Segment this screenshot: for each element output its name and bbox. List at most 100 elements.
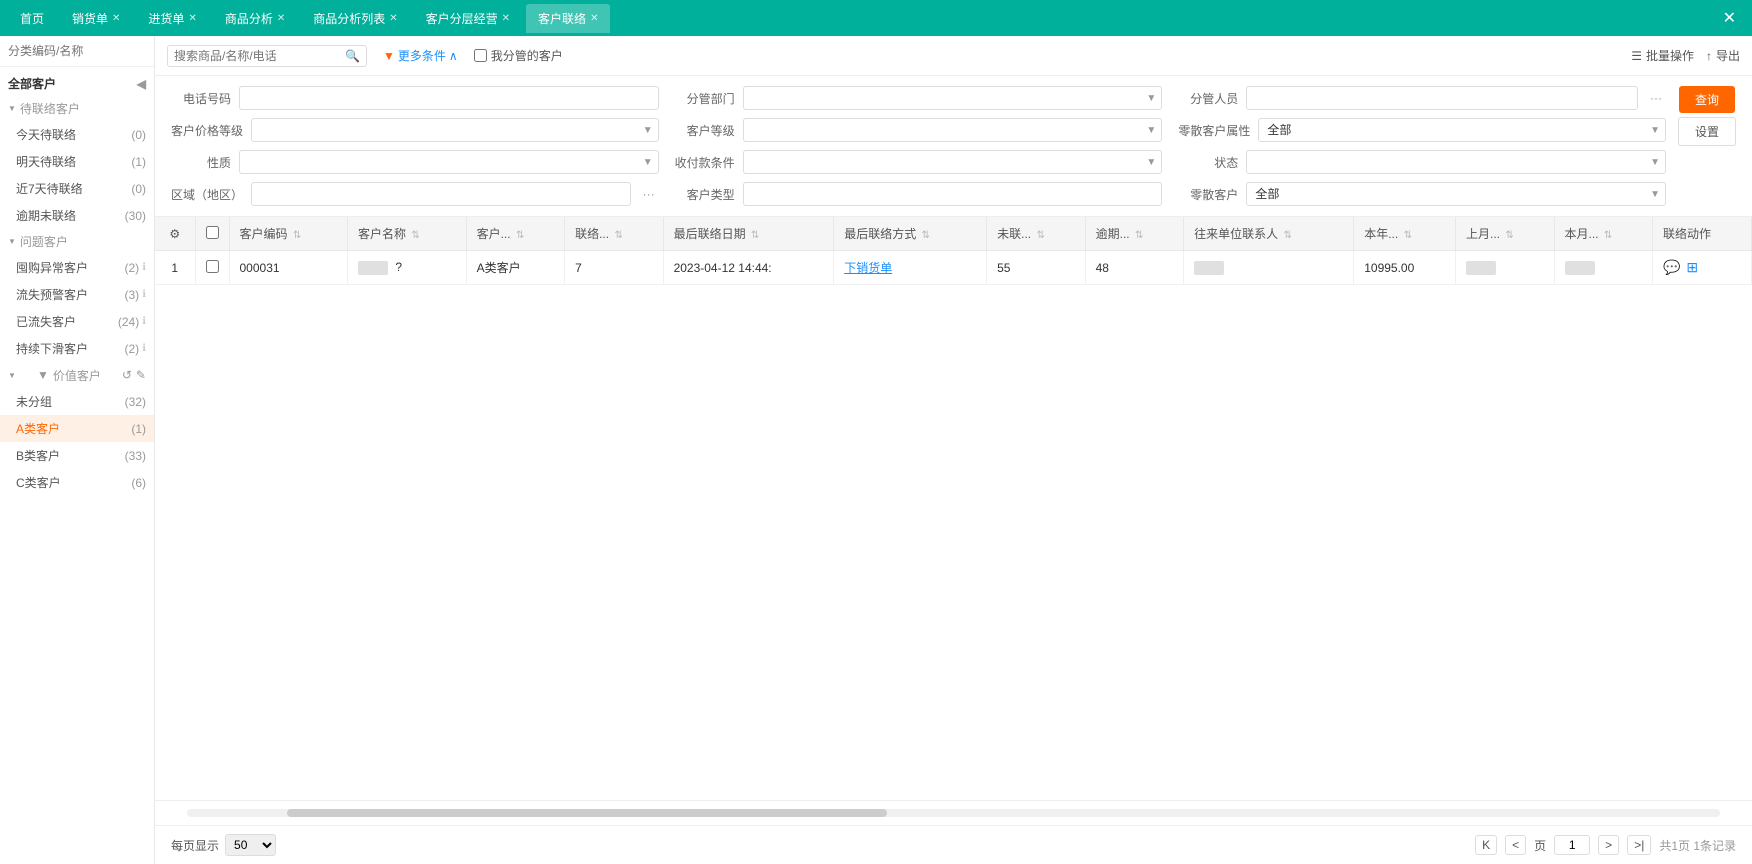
- last-page-btn[interactable]: >|: [1627, 835, 1651, 855]
- sidebar-item-churned[interactable]: 已流失客户 (24) ℹ: [0, 308, 154, 335]
- export-btn[interactable]: ↑ 导出: [1706, 47, 1740, 64]
- sidebar-item-7days[interactable]: 近7天待联络 (0): [0, 175, 154, 202]
- sidebar-search-input[interactable]: [8, 44, 155, 58]
- filter-retail: 零散客户 全部 ▼: [1178, 182, 1666, 206]
- region-dots[interactable]: ···: [639, 187, 659, 201]
- nav-tab-customer-contact[interactable]: 客户联络 ✕: [526, 4, 610, 33]
- sidebar-item-class-a[interactable]: A类客户 (1): [0, 415, 154, 442]
- row-checkbox[interactable]: [206, 260, 219, 273]
- sort-thismonth-icon[interactable]: ⇅: [1604, 230, 1612, 241]
- sort-method-icon[interactable]: ⇅: [922, 230, 930, 241]
- qr-icon[interactable]: ⊞: [1686, 259, 1698, 276]
- nav-tab-analysis[interactable]: 商品分析 ✕: [213, 4, 297, 33]
- next-page-btn[interactable]: >: [1598, 835, 1619, 855]
- sort-contacts-icon[interactable]: ⇅: [1283, 230, 1291, 241]
- sort-lastmonth-icon[interactable]: ⇅: [1505, 230, 1513, 241]
- sidebar-item-unclassified[interactable]: 未分组 (32): [0, 388, 154, 415]
- sort-contact-icon[interactable]: ⇅: [614, 230, 622, 241]
- price-level-wrap: ▼: [251, 118, 659, 142]
- col-setting[interactable]: ⚙: [155, 217, 195, 251]
- message-icon[interactable]: 💬: [1663, 259, 1680, 276]
- refresh-icon[interactable]: ↺: [122, 368, 132, 382]
- nature-select[interactable]: [239, 150, 659, 174]
- sidebar-item-class-c[interactable]: C类客户 (6): [0, 469, 154, 496]
- filter-icon: ▼: [383, 49, 395, 63]
- sort-date-icon[interactable]: ⇅: [751, 230, 759, 241]
- col-checkbox-header[interactable]: [195, 217, 229, 251]
- prev-page-btn[interactable]: <: [1505, 835, 1526, 855]
- my-customer-checkbox[interactable]: [474, 49, 487, 62]
- close-analysis-list-tab[interactable]: ✕: [389, 13, 397, 24]
- first-page-btn[interactable]: K: [1475, 835, 1497, 855]
- table-container: ⚙ 客户编码 ⇅ 客户名称 ⇅ 客户... ⇅: [155, 217, 1752, 800]
- scrollbar-thumb[interactable]: [287, 809, 887, 817]
- customer-type-input[interactable]: [743, 182, 1163, 206]
- region-input[interactable]: [251, 182, 631, 206]
- filter-row-2: 客户价格等级 ▼ 客户等级 ▼: [171, 118, 1666, 142]
- all-customers-header[interactable]: 全部客户 ◀: [0, 67, 154, 96]
- manager-input[interactable]: [1246, 86, 1638, 110]
- sort-type-icon[interactable]: ⇅: [516, 230, 524, 241]
- search-icon[interactable]: 🔍: [345, 49, 360, 63]
- manager-dots[interactable]: ···: [1646, 91, 1666, 105]
- query-button[interactable]: 查询: [1679, 86, 1735, 113]
- sidebar-item-today[interactable]: 今天待联络 (0): [0, 121, 154, 148]
- sort-code-icon[interactable]: ⇅: [293, 230, 301, 241]
- nav-tab-analysis-list[interactable]: 商品分析列表 ✕: [301, 4, 409, 33]
- window-close-button[interactable]: ✕: [1715, 4, 1744, 32]
- batch-op-btn[interactable]: ☰ 批量操作: [1631, 47, 1694, 64]
- close-sales-tab[interactable]: ✕: [112, 13, 120, 24]
- dept-select-wrap: ▼: [743, 86, 1163, 110]
- edit-icon[interactable]: ✎: [136, 368, 146, 382]
- select-all-checkbox[interactable]: [206, 226, 219, 239]
- filter-more-btn[interactable]: ▼ 更多条件 ∧: [375, 44, 466, 67]
- close-analysis-tab[interactable]: ✕: [277, 13, 285, 24]
- nav-tab-sales[interactable]: 销货单 ✕: [60, 4, 132, 33]
- sidebar-item-churn-warning[interactable]: 流失预警客户 (3) ℹ: [0, 281, 154, 308]
- sidebar-item-tomorrow[interactable]: 明天待联络 (1): [0, 148, 154, 175]
- my-customer-checkbox-wrap[interactable]: 我分管的客户: [474, 47, 563, 64]
- filter-panel: 电话号码 分管部门 ▼ 分管人员: [155, 76, 1752, 217]
- sidebar-item-class-b[interactable]: B类客户 (33): [0, 442, 154, 469]
- toolbar-right: ☰ 批量操作 ↑ 导出: [1631, 47, 1740, 64]
- sidebar-item-overdue[interactable]: 逾期未联络 (30): [0, 202, 154, 229]
- retail-select[interactable]: 全部: [1246, 182, 1666, 206]
- last-method-link[interactable]: 下销货单: [844, 261, 892, 275]
- batch-icon: ☰: [1631, 49, 1642, 63]
- phone-input[interactable]: [239, 86, 659, 110]
- search-input[interactable]: [174, 49, 345, 63]
- chevron-icon: ∧: [449, 49, 458, 63]
- sidebar-group-pending[interactable]: 待联络客户: [0, 96, 154, 121]
- row-no: 1: [155, 251, 195, 285]
- sidebar-collapse-icon[interactable]: ◀: [137, 77, 146, 91]
- sort-name-icon[interactable]: ⇅: [411, 230, 419, 241]
- sidebar-item-declining[interactable]: 持续下滑客户 (2) ℹ: [0, 335, 154, 362]
- filter-manager: 分管人员 ···: [1178, 86, 1666, 110]
- setting-button[interactable]: 设置: [1678, 117, 1736, 146]
- nav-tab-customer-segment[interactable]: 客户分层经营 ✕: [414, 4, 522, 33]
- close-contact-tab[interactable]: ✕: [590, 13, 598, 24]
- sort-notcontact-icon[interactable]: ⇅: [1036, 230, 1044, 241]
- nav-tab-purchase[interactable]: 进货单 ✕: [136, 4, 208, 33]
- row-checkbox-cell[interactable]: [195, 251, 229, 285]
- sidebar-group-problem[interactable]: 问题客户: [0, 229, 154, 254]
- row-last-method[interactable]: 下销货单: [834, 251, 987, 285]
- sidebar-item-hoarding[interactable]: 囤购异常客户 (2) ℹ: [0, 254, 154, 281]
- price-level-select[interactable]: [251, 118, 659, 142]
- customer-level-select[interactable]: [743, 118, 1163, 142]
- table-scrollbar[interactable]: [187, 809, 1720, 817]
- close-purchase-tab[interactable]: ✕: [188, 13, 196, 24]
- dept-select[interactable]: [743, 86, 1163, 110]
- nav-home[interactable]: 首页: [8, 4, 56, 33]
- status-select[interactable]: [1246, 150, 1666, 174]
- payment-select[interactable]: [743, 150, 1163, 174]
- retail-attr-select[interactable]: 全部: [1258, 118, 1666, 142]
- filter-phone: 电话号码: [171, 86, 659, 110]
- close-segment-tab[interactable]: ✕: [502, 13, 510, 24]
- page-size-select[interactable]: 50 100 200: [225, 834, 276, 856]
- sort-thisyear-icon[interactable]: ⇅: [1404, 230, 1412, 241]
- sort-overdue-icon[interactable]: ⇅: [1135, 230, 1143, 241]
- page-number-input[interactable]: [1554, 835, 1590, 855]
- nature-wrap: ▼: [239, 150, 659, 174]
- content-area: 🔍 ▼ 更多条件 ∧ 我分管的客户 ☰ 批量操作 ↑ 导出: [155, 36, 1752, 864]
